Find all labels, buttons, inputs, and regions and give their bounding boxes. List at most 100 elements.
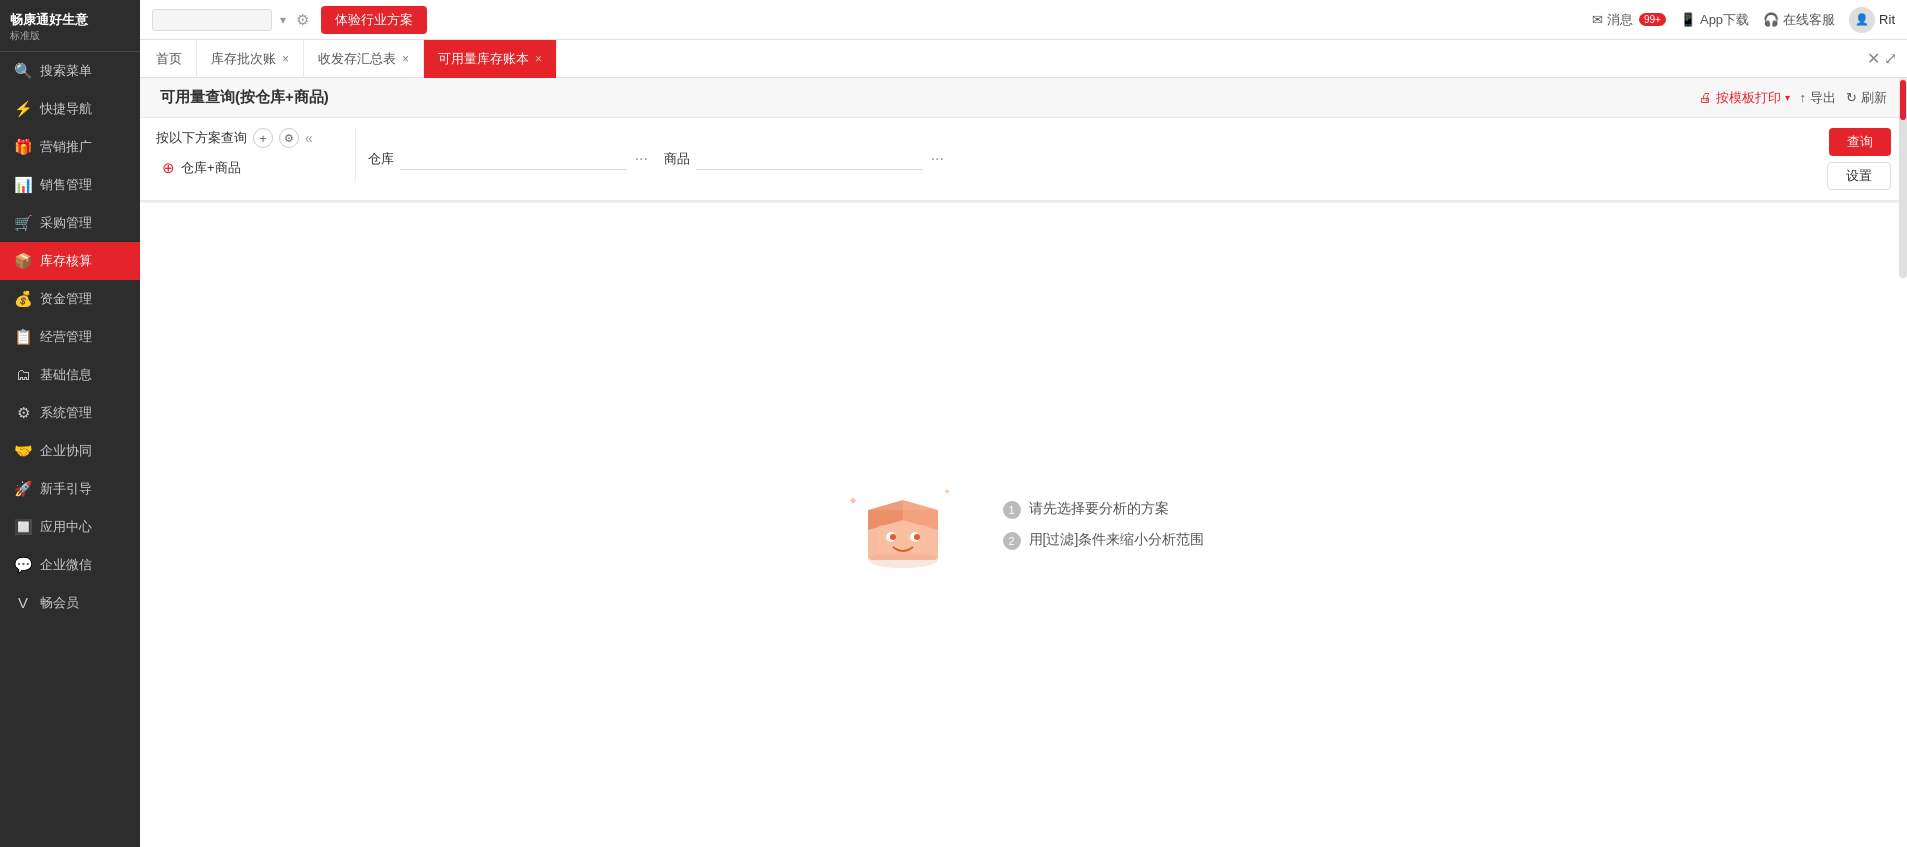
message-item[interactable]: ✉ 消息 99+	[1592, 11, 1666, 29]
tab-available-qty[interactable]: 可用量库存账本×	[424, 40, 557, 78]
refresh-btn[interactable]: ↻ 刷新	[1846, 89, 1887, 107]
sidebar-item-label-sys-mgmt: 系统管理	[40, 404, 92, 422]
sidebar-item-biz-mgmt[interactable]: 📋 经营管理	[0, 318, 140, 356]
sidebar-item-label-base-info: 基础信息	[40, 366, 92, 384]
product-input[interactable]	[696, 148, 923, 170]
filter-right: 仓库 ··· 商品 ··· 查询 设置	[368, 128, 1891, 190]
schema-item-warehouse-product[interactable]: ⊕ 仓库+商品	[156, 154, 343, 182]
page-header-actions: 🖨 按模板打印 ▾ ↑ 导出 ↻ 刷新	[1699, 89, 1888, 107]
search-icon: 🔍	[14, 62, 32, 80]
sidebar-item-sys-mgmt[interactable]: ⚙ 系统管理	[0, 394, 140, 432]
refresh-icon: ↻	[1846, 90, 1857, 105]
topbar: ▾ ⚙ 体验行业方案 ✉ 消息 99+ 📱 App下载 🎧 在线客服 👤 Rit	[140, 0, 1907, 40]
expand-icon[interactable]: ⤢	[1884, 49, 1897, 68]
query-btn[interactable]: 查询	[1829, 128, 1891, 156]
sidebar-item-wechat-biz[interactable]: 💬 企业微信	[0, 546, 140, 584]
export-btn[interactable]: ↑ 导出	[1800, 89, 1837, 107]
sidebar-item-sales-mgmt[interactable]: 📊 销售管理	[0, 166, 140, 204]
hint-text-1: 请先选择要分析的方案	[1029, 500, 1169, 518]
tab-close-batch-ledger[interactable]: ×	[282, 52, 289, 66]
sidebar-item-label-wechat-biz: 企业微信	[40, 556, 92, 574]
chevron-down-icon[interactable]: ▾	[280, 13, 286, 27]
sidebar-item-app-center[interactable]: 🔲 应用中心	[0, 508, 140, 546]
experience-btn[interactable]: 体验行业方案	[321, 6, 427, 34]
sidebar-item-label-inventory: 库存核算	[40, 252, 92, 270]
sidebar-item-label-search: 搜索菜单	[40, 62, 92, 80]
sidebar-item-new-guide[interactable]: 🚀 新手引导	[0, 470, 140, 508]
svg-text:✦: ✦	[943, 486, 951, 497]
wechat-biz-icon: 💬	[14, 556, 32, 574]
topbar-right: ✉ 消息 99+ 📱 App下载 🎧 在线客服 👤 Rit	[1592, 7, 1895, 33]
sidebar-item-label-enterprise: 企业协同	[40, 442, 92, 460]
product-dots-btn[interactable]: ···	[931, 150, 944, 168]
sidebar-item-enterprise[interactable]: 🤝 企业协同	[0, 432, 140, 470]
purchase-mgmt-icon: 🛒	[14, 214, 32, 232]
collapse-icon[interactable]: «	[305, 130, 313, 146]
product-filter-field: 商品 ···	[664, 148, 944, 170]
warehouse-dots-btn[interactable]: ···	[635, 150, 648, 168]
app-title: 畅康通好生意	[10, 12, 130, 29]
breadcrumb	[152, 9, 272, 31]
settings-schema-btn[interactable]: ⚙	[279, 128, 299, 148]
tab-close-available-qty[interactable]: ×	[535, 52, 542, 66]
sidebar-item-label-marketing-promo: 营销推广	[40, 138, 92, 156]
hint-num-1: 1	[1003, 501, 1021, 519]
filter-actions: 查询 设置	[1827, 128, 1891, 190]
tab-batch-ledger[interactable]: 库存批次账×	[197, 40, 304, 78]
warehouse-input[interactable]	[400, 148, 627, 170]
sidebar-item-label-biz-mgmt: 经营管理	[40, 328, 92, 346]
tab-label-home: 首页	[156, 50, 182, 68]
main-area: ▾ ⚙ 体验行业方案 ✉ 消息 99+ 📱 App下载 🎧 在线客服 👤 Rit	[140, 0, 1907, 847]
svg-point-7	[890, 534, 896, 540]
online-service-item[interactable]: 🎧 在线客服	[1763, 11, 1835, 29]
sidebar-item-marketing-promo[interactable]: 🎁 营销推广	[0, 128, 140, 166]
gear-icon[interactable]: ⚙	[296, 11, 309, 29]
app-download-item[interactable]: 📱 App下载	[1680, 11, 1749, 29]
filter-settings-btn[interactable]: 设置	[1827, 162, 1891, 190]
empty-hints: 1 请先选择要分析的方案 2 用[过滤]条件来缩小分析范围	[1003, 500, 1205, 550]
sidebar-item-inventory[interactable]: 📦 库存核算	[0, 242, 140, 280]
user-item[interactable]: 👤 Rit	[1849, 7, 1895, 33]
hint-num-2: 2	[1003, 532, 1021, 550]
sidebar-item-label-new-guide: 新手引导	[40, 480, 92, 498]
sidebar-item-search[interactable]: 🔍 搜索菜单	[0, 52, 140, 90]
svg-text:✦: ✦	[848, 494, 858, 508]
sidebar-item-base-info[interactable]: 🗂 基础信息	[0, 356, 140, 394]
sidebar-item-shortcut[interactable]: ⚡ 快捷导航	[0, 90, 140, 128]
close-tab-icon[interactable]: ✕	[1867, 49, 1880, 68]
filter-section-title: 按以下方案查询 + ⚙ «	[156, 128, 343, 148]
export-icon: ↑	[1800, 90, 1807, 105]
tab-close-collection-summary[interactable]: ×	[402, 52, 409, 66]
print-btn[interactable]: 🖨 按模板打印 ▾	[1699, 89, 1790, 107]
sidebar-item-label-app-center: 应用中心	[40, 518, 92, 536]
add-schema-btn[interactable]: +	[253, 128, 273, 148]
sales-mgmt-icon: 📊	[14, 176, 32, 194]
tabs-bar: 首页库存批次账×收发存汇总表×可用量库存账本× ✕ ⤢	[140, 40, 1907, 78]
tab-collection-summary[interactable]: 收发存汇总表 ×	[304, 40, 424, 78]
avatar: 👤	[1849, 7, 1875, 33]
page-header: 可用量查询(按仓库+商品) 🖨 按模板打印 ▾ ↑ 导出 ↻ 刷新	[140, 78, 1907, 118]
right-scrollbar[interactable]	[1899, 78, 1907, 278]
message-icon: ✉	[1592, 12, 1603, 27]
empty-illustration: ✦ ✦ ✦	[843, 465, 963, 585]
warehouse-filter-field: 仓库 ···	[368, 148, 648, 170]
app-subtitle: 标准版	[10, 29, 130, 43]
online-service-label: 在线客服	[1783, 11, 1835, 29]
sidebar-item-purchase-mgmt[interactable]: 🛒 采购管理	[0, 204, 140, 242]
sidebar-item-label-purchase-mgmt: 采购管理	[40, 214, 92, 232]
sidebar-item-label-vip: 畅会员	[40, 594, 79, 612]
tab-home[interactable]: 首页	[140, 40, 197, 78]
svg-point-8	[914, 534, 920, 540]
shortcut-icon: ⚡	[14, 100, 32, 118]
sidebar-logo: 畅康通好生意 标准版	[0, 0, 140, 52]
tab-label-collection-summary: 收发存汇总表	[318, 50, 396, 68]
warehouse-label: 仓库	[368, 150, 394, 168]
sidebar-item-finance[interactable]: 💰 资金管理	[0, 280, 140, 318]
biz-mgmt-icon: 📋	[14, 328, 32, 346]
tabs-right-actions: ✕ ⤢	[1867, 49, 1907, 68]
sidebar-item-vip[interactable]: V 畅会员	[0, 584, 140, 622]
empty-state: ✦ ✦ ✦ 1 请先选择要分析的方案 2 用[过滤]条件来缩小分析范围	[140, 203, 1907, 847]
vip-icon: V	[14, 594, 32, 611]
enterprise-icon: 🤝	[14, 442, 32, 460]
empty-hint-1: 1 请先选择要分析的方案	[1003, 500, 1205, 519]
